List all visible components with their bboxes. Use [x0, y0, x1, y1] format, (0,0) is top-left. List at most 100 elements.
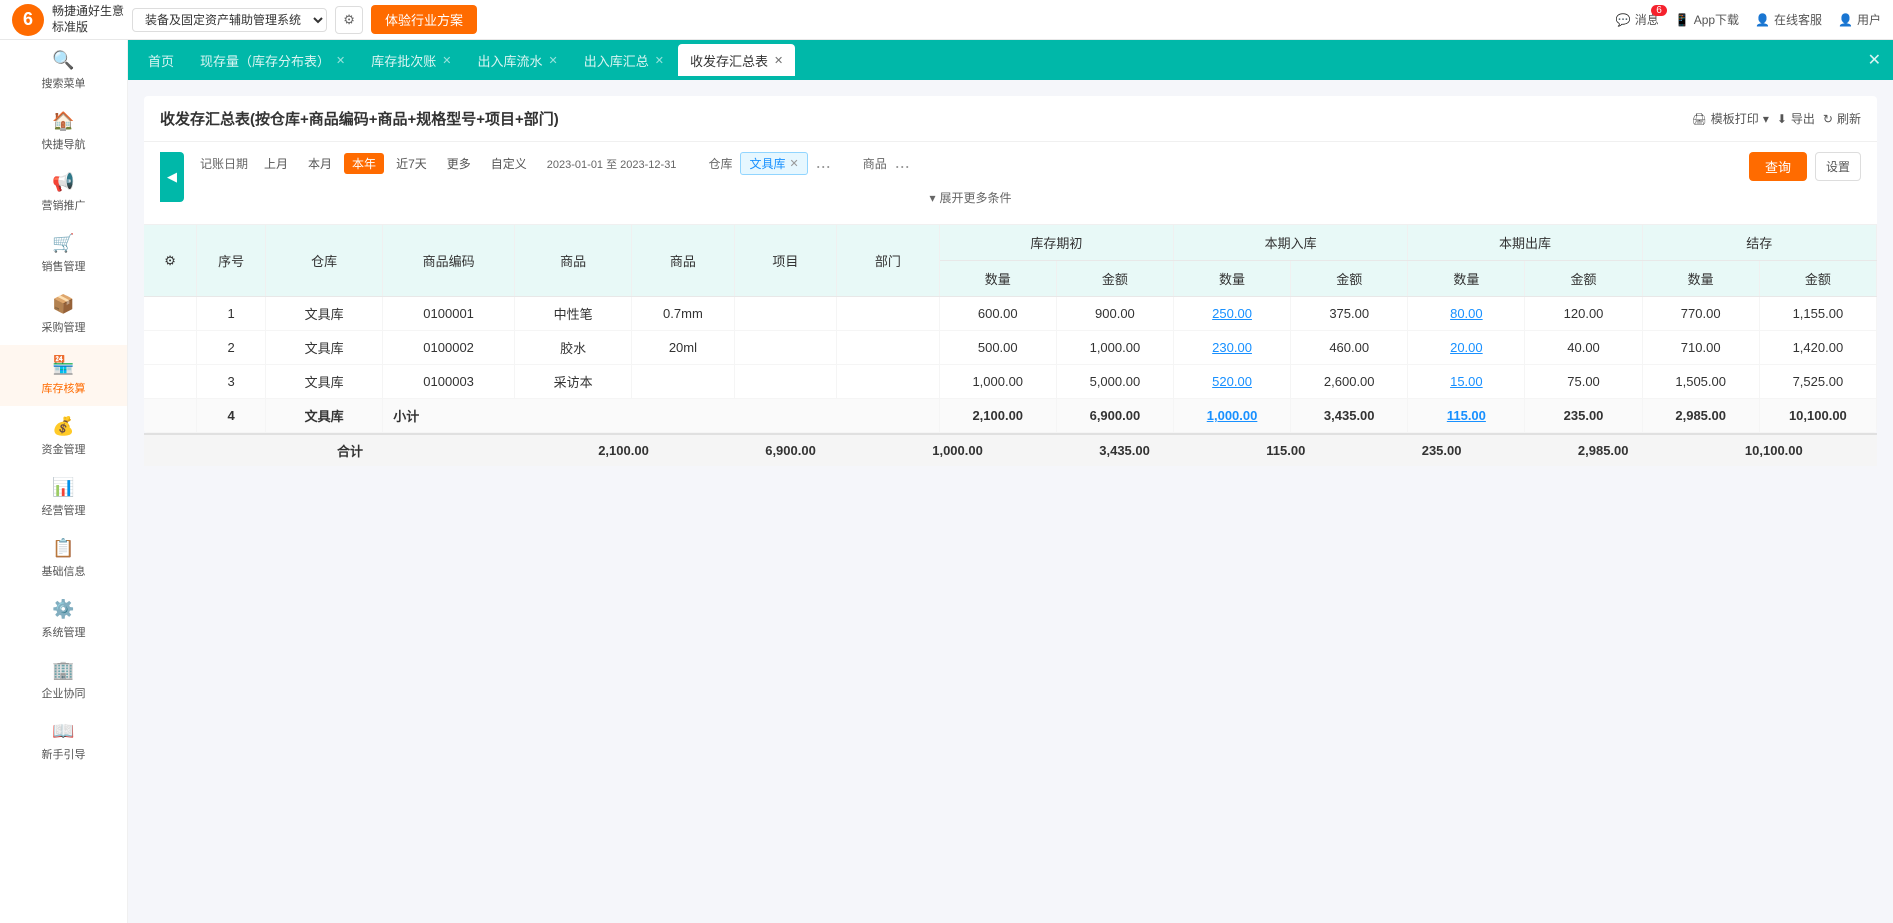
tab-close-4[interactable]: ✕	[655, 54, 664, 67]
date-btn-this-year[interactable]: 本年	[344, 153, 384, 174]
row-2-out-qty[interactable]: 15.00	[1408, 365, 1525, 399]
marketing-icon: 📢	[52, 172, 74, 193]
operations-icon: 📊	[52, 477, 74, 498]
print-icon: 🖨	[1692, 112, 1707, 126]
subtotal-in-qty[interactable]: 1,000.00	[1173, 399, 1290, 433]
tab-close-5[interactable]: ✕	[774, 54, 783, 67]
col-in-qty-header: 数量	[1173, 261, 1290, 297]
print-chevron-icon: ▾	[1763, 112, 1769, 126]
system-select[interactable]: 装备及固定资产辅助管理系统	[132, 8, 327, 32]
row-0-open-qty: 600.00	[939, 297, 1056, 331]
row-1-in-qty[interactable]: 230.00	[1173, 331, 1290, 365]
goods-more-button[interactable]: ...	[895, 152, 910, 173]
date-range-display: 2023-01-01 至 2023-12-31	[547, 156, 677, 172]
row-0-project	[734, 297, 837, 331]
app-download-button[interactable]: 📱 App下载	[1675, 11, 1739, 28]
topbar-settings-button[interactable]: ⚙	[335, 6, 363, 34]
sidebar-item-finance[interactable]: 💰资金管理	[0, 406, 127, 467]
col-in-header: 本期入库	[1173, 225, 1407, 261]
purchase-icon: 📦	[52, 294, 74, 315]
tab-close-2[interactable]: ✕	[442, 54, 451, 67]
row-1-project	[734, 331, 837, 365]
tab-3[interactable]: 出入库流水✕	[465, 44, 569, 76]
col-opening-header: 库存期初	[939, 225, 1173, 261]
sidebar-item-system[interactable]: ⚙️系统管理	[0, 589, 127, 650]
date-btn-7days[interactable]: 近7天	[388, 153, 435, 174]
service-icon: 👤	[1755, 13, 1770, 27]
row-0-in-qty[interactable]: 250.00	[1173, 297, 1290, 331]
filter-settings-button[interactable]: 设置	[1815, 152, 1861, 181]
sidebar-item-marketing[interactable]: 📢营销推广	[0, 162, 127, 223]
row-2-open-amt: 5,000.00	[1056, 365, 1173, 399]
sidebar-item-inventory[interactable]: 🏪库存核算	[0, 345, 127, 406]
tab-0[interactable]: 首页	[136, 44, 186, 76]
row-0-out-qty[interactable]: 80.00	[1408, 297, 1525, 331]
data-table: ⚙ 序号 仓库 商品编码 商品 商品 项目 部门 库存期初 本期入库 本期出库	[144, 225, 1877, 433]
sidebar-item-basic[interactable]: 📋基础信息	[0, 528, 127, 589]
sidebar-item-quick-nav[interactable]: 🏠快捷导航	[0, 101, 127, 162]
message-button[interactable]: 💬 消息 6	[1616, 11, 1659, 28]
subtotal-out-qty[interactable]: 115.00	[1408, 399, 1525, 433]
table-settings-header[interactable]: ⚙	[144, 225, 197, 297]
date-btn-more[interactable]: 更多	[439, 153, 479, 174]
row-1-bal-qty: 710.00	[1642, 331, 1759, 365]
sidebar-item-search[interactable]: 🔍搜索菜单	[0, 40, 127, 101]
tab-5[interactable]: 收发存汇总表 ✕	[678, 44, 795, 76]
date-btn-custom[interactable]: 自定义	[483, 153, 535, 174]
col-balance-header: 结存	[1642, 225, 1876, 261]
sidebar-item-enterprise[interactable]: 🏢企业协同	[0, 650, 127, 711]
row-1-code: 0100002	[383, 331, 515, 365]
basic-icon: 📋	[52, 538, 74, 559]
tab-bar-close-button[interactable]: ✕	[1864, 46, 1885, 74]
tab-close-1[interactable]: ✕	[336, 54, 345, 67]
table-row: 3 文具库 0100003 采访本 1,000.00 5,000.00 520.…	[144, 365, 1877, 399]
sidebar-item-sales[interactable]: 🛒销售管理	[0, 223, 127, 284]
row-2-code: 0100003	[383, 365, 515, 399]
tab-close-3[interactable]: ✕	[549, 54, 558, 67]
refresh-button[interactable]: ↻ 刷新	[1823, 110, 1861, 127]
row-2-warehouse: 文具库	[266, 365, 383, 399]
row-1-out-qty[interactable]: 20.00	[1408, 331, 1525, 365]
warehouse-tag-close[interactable]: ✕	[789, 157, 798, 170]
sidebar-item-guide[interactable]: 📖新手引导	[0, 711, 127, 772]
subtotal-bal-amt: 10,100.00	[1759, 399, 1876, 433]
message-icon: 💬	[1616, 13, 1631, 27]
col-project-header: 项目	[734, 225, 837, 297]
date-btn-last-month[interactable]: 上月	[256, 153, 296, 174]
row-1-open-amt: 1,000.00	[1056, 331, 1173, 365]
row-0-dept	[837, 297, 940, 331]
col-num-header: 序号	[197, 225, 266, 297]
trial-button[interactable]: 体验行业方案	[371, 5, 477, 34]
export-button[interactable]: ⬇ 导出	[1777, 110, 1815, 127]
query-button[interactable]: 查询	[1749, 152, 1807, 181]
warehouse-tag[interactable]: 文具库 ✕	[740, 152, 807, 175]
row-1-open-qty: 500.00	[939, 331, 1056, 365]
sidebar-item-operations[interactable]: 📊经营管理	[0, 467, 127, 528]
page-header: 收发存汇总表(按仓库+商品编码+商品+规格型号+项目+部门) 🖨 模板打印 ▾ …	[144, 96, 1877, 142]
total-bal-amt: 10,100.00	[1745, 443, 1803, 458]
row-1-num: 2	[197, 331, 266, 365]
warehouse-more-button[interactable]: ...	[816, 152, 831, 173]
col-dept-header: 部门	[837, 225, 940, 297]
user-button[interactable]: 👤 用户	[1838, 11, 1881, 28]
tab-label-5: 收发存汇总表	[690, 51, 768, 70]
date-filter-label: 记账日期	[200, 155, 248, 172]
row-0-settings	[144, 297, 197, 331]
filter-collapse-button[interactable]: ◀	[160, 152, 184, 202]
online-service-button[interactable]: 👤 在线客服	[1755, 11, 1822, 28]
expand-filter-button[interactable]: ▾ 展开更多条件	[929, 189, 1011, 206]
row-1-bal-amt: 1,420.00	[1759, 331, 1876, 365]
print-button[interactable]: 🖨 模板打印 ▾	[1692, 110, 1769, 127]
subtotal-open-amt: 6,900.00	[1056, 399, 1173, 433]
row-2-in-qty[interactable]: 520.00	[1173, 365, 1290, 399]
sidebar-item-purchase[interactable]: 📦采购管理	[0, 284, 127, 345]
row-0-open-amt: 900.00	[1056, 297, 1173, 331]
col-out-header: 本期出库	[1408, 225, 1642, 261]
subtotal-row: 4 文具库 小计 2,100.00 6,900.00 1,000.00 3,43…	[144, 399, 1877, 433]
tab-1[interactable]: 现存量（库存分布表）✕	[188, 44, 357, 76]
export-icon: ⬇	[1777, 112, 1787, 126]
tab-4[interactable]: 出入库汇总✕	[572, 44, 676, 76]
tab-2[interactable]: 库存批次账✕	[359, 44, 463, 76]
date-btn-this-month[interactable]: 本月	[300, 153, 340, 174]
total-open-qty: 2,100.00	[598, 443, 649, 458]
